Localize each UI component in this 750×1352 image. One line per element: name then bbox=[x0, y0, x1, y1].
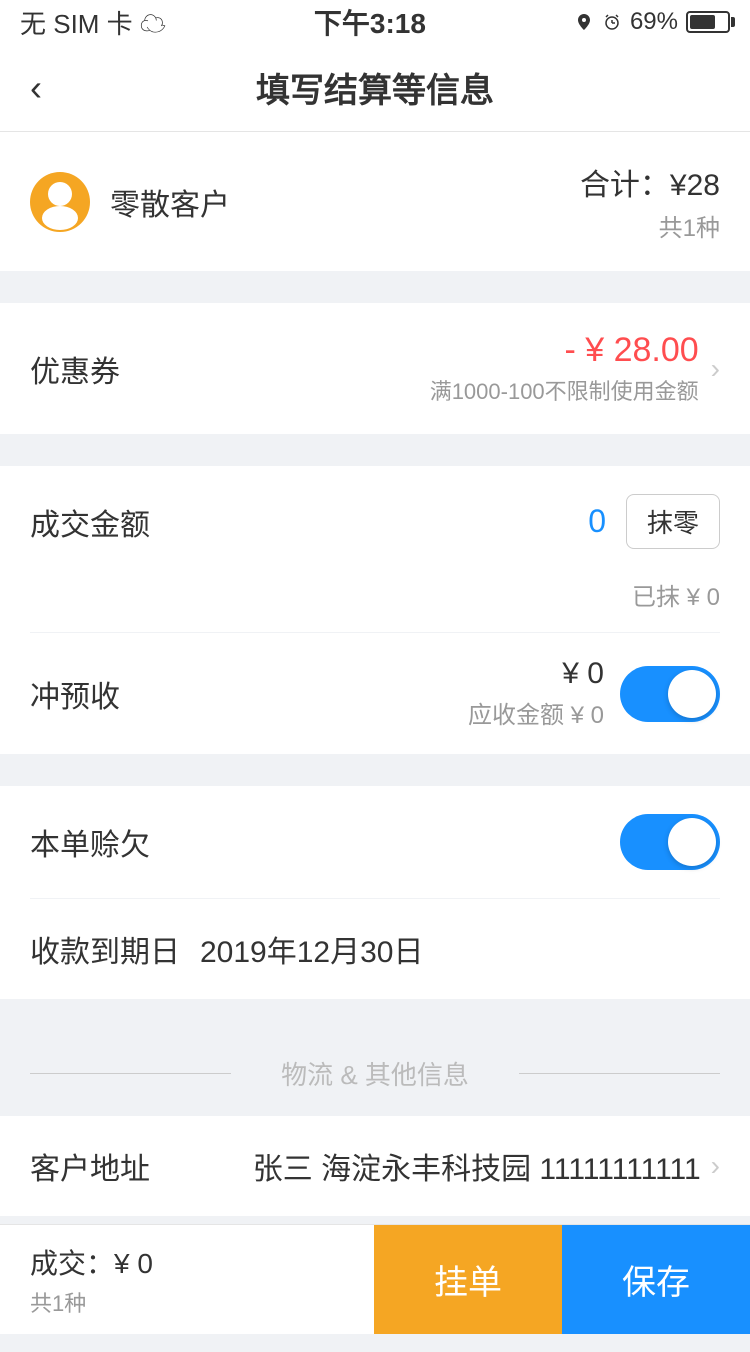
prepay-label: 冲预收 bbox=[30, 672, 120, 716]
location-icon bbox=[574, 12, 594, 32]
round-zero-button[interactable]: 抹零 bbox=[626, 494, 720, 549]
prepay-toggle[interactable] bbox=[620, 666, 720, 722]
prepay-amount: ¥ 0 bbox=[468, 657, 604, 691]
deal-row: 成交金额 0 抹零 bbox=[0, 466, 750, 577]
section-divider-4 bbox=[0, 1015, 750, 1031]
section-divider-2 bbox=[0, 450, 750, 466]
customer-section: 零散客户 合计：¥28 共1种 bbox=[0, 132, 750, 271]
address-chevron-icon: › bbox=[711, 1150, 720, 1182]
coupon-row[interactable]: 优惠券 - ¥ 28.00 满1000-100不限制使用金额 › bbox=[0, 303, 750, 434]
logistics-line-left bbox=[30, 1073, 231, 1074]
prepay-row: 冲预收 ¥ 0 应收金额 ¥ 0 bbox=[0, 633, 750, 754]
bottom-info: 成交：¥ 0 共1种 bbox=[0, 1225, 374, 1334]
nav-bar: ‹ 填写结算等信息 bbox=[0, 44, 750, 132]
customer-info: 零散客户 bbox=[30, 172, 230, 232]
battery-icon bbox=[686, 11, 730, 33]
deal-label: 成交金额 bbox=[30, 500, 150, 544]
debt-label: 本单赊欠 bbox=[30, 820, 150, 864]
status-bar: 无 SIM 卡 ☁ 下午3:18 69% bbox=[0, 0, 750, 44]
total-amount: 合计：¥28 bbox=[580, 160, 720, 204]
customer-total: 合计：¥28 共1种 bbox=[580, 160, 720, 243]
status-bar-time: 下午3:18 bbox=[314, 2, 426, 42]
pending-button[interactable]: 挂单 bbox=[374, 1225, 562, 1334]
prepay-sub: 应收金额 ¥ 0 bbox=[468, 695, 604, 730]
customer-row: 零散客户 合计：¥28 共1种 bbox=[0, 132, 750, 271]
address-value: 张三 海淀永丰科技园 11111111111 bbox=[170, 1144, 701, 1188]
bottom-deal: 成交：¥ 0 bbox=[30, 1242, 344, 1282]
avatar bbox=[30, 172, 90, 232]
debt-row: 本单赊欠 bbox=[0, 786, 750, 898]
coupon-section[interactable]: 优惠券 - ¥ 28.00 满1000-100不限制使用金额 › bbox=[0, 303, 750, 434]
coupon-label: 优惠券 bbox=[30, 347, 120, 391]
address-section[interactable]: 客户地址 张三 海淀永丰科技园 11111111111 › bbox=[0, 1116, 750, 1216]
bottom-bar: 成交：¥ 0 共1种 挂单 保存 bbox=[0, 1224, 750, 1334]
address-row[interactable]: 客户地址 张三 海淀永丰科技园 11111111111 › bbox=[0, 1116, 750, 1216]
address-label: 客户地址 bbox=[30, 1144, 150, 1188]
customer-name: 零散客户 bbox=[110, 180, 230, 224]
deal-amount-input[interactable]: 0 bbox=[526, 503, 606, 540]
toggle-knob bbox=[668, 670, 716, 718]
deal-right[interactable]: 0 抹零 bbox=[526, 494, 720, 549]
alarm-icon bbox=[602, 12, 622, 32]
deal-section: 成交金额 0 抹零 已抹 ¥ 0 冲预收 ¥ 0 应收金额 ¥ 0 bbox=[0, 466, 750, 754]
save-button[interactable]: 保存 bbox=[562, 1225, 750, 1334]
debt-section: 本单赊欠 收款到期日 2019年12月30日 bbox=[0, 786, 750, 999]
status-bar-left: 无 SIM 卡 ☁ bbox=[20, 4, 166, 41]
bottom-deal-amount: ¥ 0 bbox=[114, 1248, 153, 1279]
logistics-text: 物流 & 其他信息 bbox=[281, 1055, 469, 1092]
coupon-right: - ¥ 28.00 满1000-100不限制使用金额 › bbox=[430, 331, 720, 406]
coupon-desc: 满1000-100不限制使用金额 bbox=[430, 374, 699, 406]
status-bar-right: 69% bbox=[574, 8, 730, 36]
chevron-right-icon: › bbox=[711, 353, 720, 385]
battery-percent: 69% bbox=[630, 8, 678, 36]
section-divider-1 bbox=[0, 287, 750, 303]
already-rounded: 已抹 ¥ 0 bbox=[0, 577, 750, 632]
coupon-amount: - ¥ 28.00 bbox=[430, 331, 699, 370]
back-button[interactable]: ‹ bbox=[30, 67, 42, 109]
debt-toggle[interactable] bbox=[620, 814, 720, 870]
due-date-value: 2019年12月30日 bbox=[200, 927, 423, 971]
due-label: 收款到期日 bbox=[30, 927, 180, 971]
signal-text: 无 SIM 卡 ☁ bbox=[20, 4, 166, 41]
total-count: 共1种 bbox=[580, 208, 720, 243]
prepay-amounts: ¥ 0 应收金额 ¥ 0 bbox=[468, 657, 604, 730]
section-divider-3 bbox=[0, 770, 750, 786]
logistics-divider: 物流 & 其他信息 bbox=[0, 1031, 750, 1116]
bottom-deal-label: 成交： bbox=[30, 1248, 114, 1279]
prepay-right: ¥ 0 应收金额 ¥ 0 bbox=[468, 657, 720, 730]
page-title: 填写结算等信息 bbox=[256, 63, 494, 112]
debt-toggle-knob bbox=[668, 818, 716, 866]
bottom-count: 共1种 bbox=[30, 1286, 344, 1318]
due-date-row: 收款到期日 2019年12月30日 bbox=[0, 899, 750, 999]
logistics-line-right bbox=[519, 1073, 720, 1074]
